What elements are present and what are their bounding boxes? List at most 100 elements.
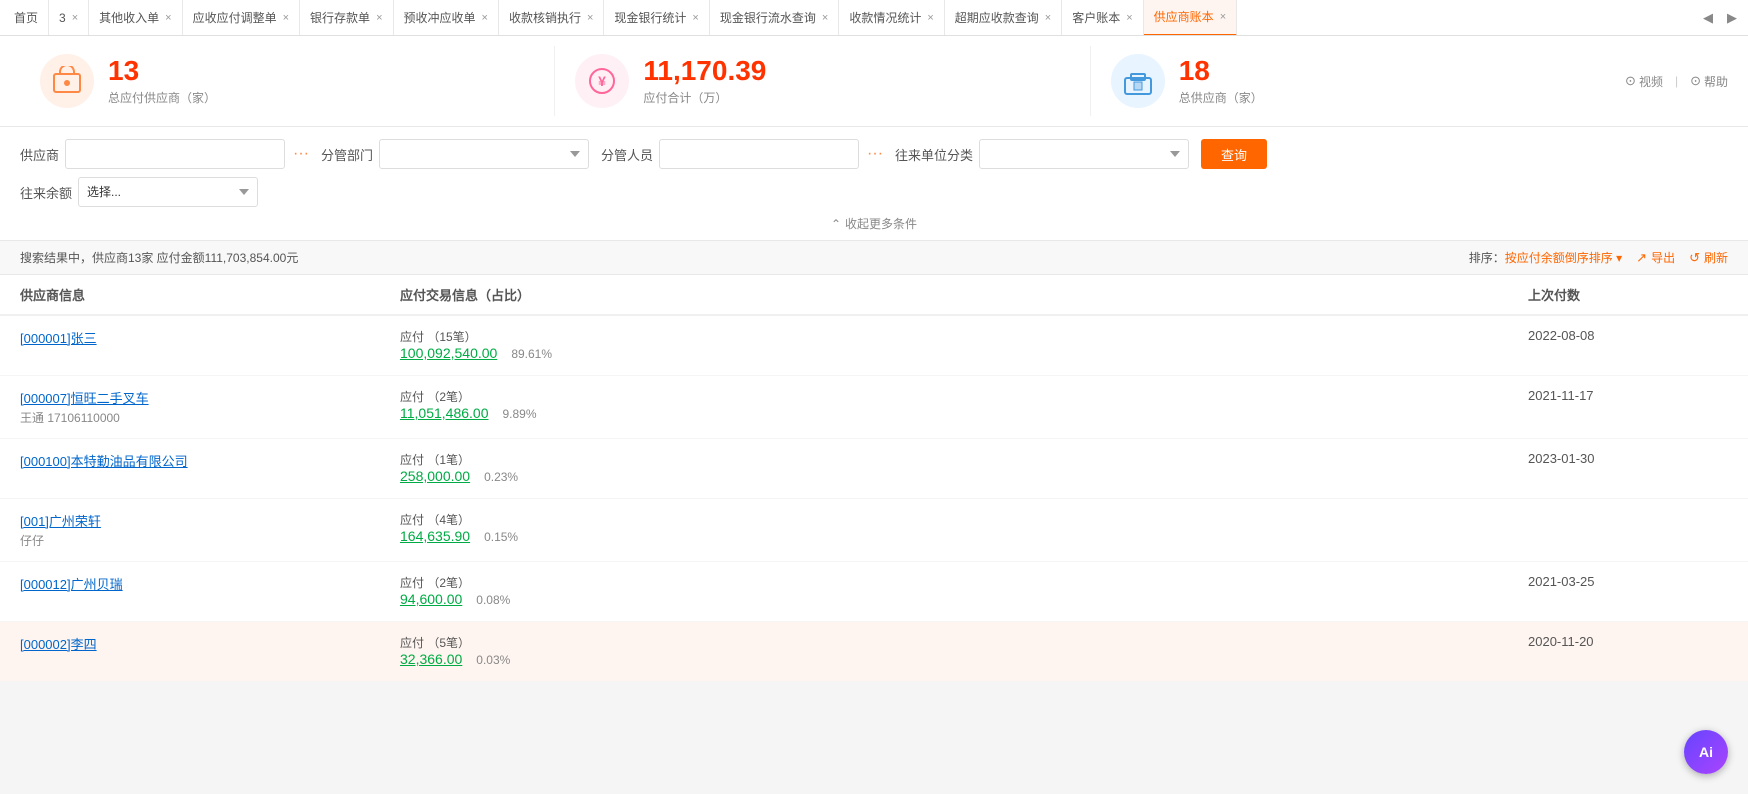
nav-tab-bank-deposit[interactable]: 银行存款单×	[300, 0, 393, 36]
nav-tab-customer-account[interactable]: 客户账本×	[1062, 0, 1143, 36]
stats-bar: 13总应付供应商（家）¥11,170.39应付合计（万）18总供应商（家） ⊙ …	[0, 36, 1748, 127]
sort-label[interactable]: 排序：按应付余额倒序排序 ▾	[1469, 249, 1622, 266]
close-tab-cash-bank-stat[interactable]: ×	[692, 12, 698, 24]
nav-tab-cash-bank-flow[interactable]: 现金银行流水查询×	[710, 0, 839, 36]
nav-tab-ar-adjust[interactable]: 应收应付调整单×	[183, 0, 300, 36]
top-nav: 首页3×其他收入单×应收应付调整单×银行存款单×预收冲应收单×收款核销执行×现金…	[0, 0, 1748, 36]
tx-percent: 9.89%	[503, 407, 537, 421]
stat-value-total-ap-suppliers: 13	[108, 56, 216, 87]
close-tab-other-income[interactable]: ×	[165, 12, 171, 24]
close-tab-collect-verify[interactable]: ×	[587, 12, 593, 24]
close-tab-customer-account[interactable]: ×	[1126, 12, 1132, 24]
table-header: 供应商信息 应付交易信息（占比） 上次付数	[0, 275, 1748, 316]
transaction-col-row-000001: 应付 （15笔）100,092,540.00 89.61%	[400, 328, 1528, 361]
supplier-name-link[interactable]: [000100]本特勤油品有限公司	[20, 454, 188, 469]
export-button[interactable]: ↗ 导出	[1636, 249, 1675, 266]
unit-category-label: 往来单位分类	[895, 145, 973, 164]
close-tab-collect-stat[interactable]: ×	[927, 12, 933, 24]
person-more-icon[interactable]: ···	[867, 145, 883, 163]
balance-select[interactable]: 选择...	[78, 177, 258, 207]
tx-percent: 0.08%	[476, 593, 510, 607]
data-table: 供应商信息 应付交易信息（占比） 上次付数 [000001]张三 应付 （15笔）…	[0, 275, 1748, 682]
nav-tab-supplier-account[interactable]: 供应商账本×	[1144, 0, 1237, 36]
supplier-col-row-000007: [000007]恒旺二手叉车王通 17106110000	[20, 388, 400, 426]
ai-button[interactable]: Ai	[1684, 730, 1728, 774]
supplier-input[interactable]	[65, 139, 285, 169]
balance-filter: 往来余额 选择...	[20, 177, 258, 207]
filter-bar: 供应商 ··· 分管部门 分管人员 ··· 往来单位分类	[0, 127, 1748, 241]
supplier-col-row-000001: [000001]张三	[20, 328, 400, 347]
nav-tab-collect-verify[interactable]: 收款核销执行×	[499, 0, 604, 36]
close-tab-advance-collect[interactable]: ×	[482, 12, 488, 24]
nav-tab-cash-bank-stat[interactable]: 现金银行统计×	[604, 0, 709, 36]
table-row: [000002]李四应付 （5笔）32,366.000.03%2020-11-2…	[0, 622, 1748, 682]
tx-label: 应付 （15笔）	[400, 328, 1528, 345]
main-content: 13总应付供应商（家）¥11,170.39应付合计（万）18总供应商（家） ⊙ …	[0, 36, 1748, 794]
header-transaction: 应付交易信息（占比）	[400, 285, 1528, 304]
person-label: 分管人员	[601, 145, 653, 164]
close-tab-bank-deposit[interactable]: ×	[376, 12, 382, 24]
nav-tab-collect-stat[interactable]: 收款情况统计×	[839, 0, 944, 36]
video-label[interactable]: 视频	[1639, 73, 1663, 90]
unit-category-select[interactable]	[979, 139, 1189, 169]
nav-tab-other-income[interactable]: 其他收入单×	[89, 0, 182, 36]
query-button[interactable]: 查询	[1201, 139, 1267, 169]
tx-amount[interactable]: 164,635.90	[400, 528, 470, 544]
table-row: [000007]恒旺二手叉车王通 17106110000应付 （2笔）11,05…	[0, 376, 1748, 439]
nav-prev-arrow[interactable]: ◀	[1696, 0, 1720, 36]
tx-amount[interactable]: 94,600.00	[400, 591, 462, 607]
close-tab-ar-adjust[interactable]: ×	[283, 12, 289, 24]
video-link[interactable]: ⊙ 视频	[1625, 73, 1663, 90]
last-pay-col-row-000100: 2023-01-30	[1528, 451, 1728, 466]
stat-item-total-suppliers: 18总供应商（家）	[1091, 46, 1625, 116]
stat-value-total-suppliers: 18	[1179, 56, 1263, 87]
person-input[interactable]	[659, 139, 859, 169]
refresh-button[interactable]: ↺ 刷新	[1689, 249, 1728, 266]
tx-percent: 0.15%	[484, 530, 518, 544]
last-pay-col-row-000002: 2020-11-20	[1528, 634, 1728, 649]
collapse-button[interactable]: ⌃ 收起更多条件	[20, 211, 1728, 232]
supplier-more-icon[interactable]: ···	[293, 145, 309, 163]
stat-value-total-ap-amount: 11,170.39	[643, 56, 766, 87]
unit-category-filter: 往来单位分类	[895, 139, 1189, 169]
table-row: [000012]广州贝瑞应付 （2笔）94,600.000.08%2021-03…	[0, 562, 1748, 622]
nav-tab-tab3[interactable]: 3×	[49, 0, 89, 36]
tx-amount[interactable]: 100,092,540.00	[400, 345, 497, 361]
help-label[interactable]: 帮助	[1704, 73, 1728, 90]
nav-next-arrow[interactable]: ▶	[1720, 0, 1744, 36]
nav-tab-advance-collect[interactable]: 预收冲应收单×	[394, 0, 499, 36]
tx-percent: 0.03%	[476, 653, 510, 667]
tx-amount[interactable]: 32,366.00	[400, 651, 462, 667]
refresh-icon: ↺	[1689, 250, 1700, 266]
transaction-col-row-000007: 应付 （2笔）11,051,486.009.89%	[400, 388, 1528, 421]
supplier-name-link[interactable]: [001]广州荣轩	[20, 514, 101, 529]
refresh-label[interactable]: 刷新	[1704, 249, 1728, 266]
transaction-col-row-000100: 应付 （1笔）258,000.000.23%	[400, 451, 1528, 484]
nav-tab-home[interactable]: 首页	[4, 0, 49, 36]
close-tab-overdue-collect[interactable]: ×	[1045, 12, 1051, 24]
dept-select[interactable]	[379, 139, 589, 169]
stat-icon-total-suppliers	[1111, 54, 1165, 108]
supplier-name-link[interactable]: [000002]李四	[20, 637, 97, 652]
stat-item-total-ap-suppliers: 13总应付供应商（家）	[20, 46, 555, 116]
nav-tab-overdue-collect[interactable]: 超期应收款查询×	[945, 0, 1062, 36]
tx-amount[interactable]: 258,000.00	[400, 468, 470, 484]
close-tab-tab3[interactable]: ×	[72, 12, 78, 24]
svg-text:¥: ¥	[598, 73, 606, 89]
tx-percent: 89.61%	[511, 347, 552, 361]
close-tab-cash-bank-flow[interactable]: ×	[822, 12, 828, 24]
stat-icon-total-ap-suppliers	[40, 54, 94, 108]
supplier-name-link[interactable]: [000007]恒旺二手叉车	[20, 391, 149, 406]
result-bar: 搜索结果中，供应商13家 应付金额111,703,854.00元 排序：按应付余…	[0, 241, 1748, 275]
supplier-name-link[interactable]: [000012]广州贝瑞	[20, 577, 123, 592]
supplier-name-link[interactable]: [000001]张三	[20, 331, 97, 346]
export-label[interactable]: 导出	[1651, 249, 1675, 266]
sort-value[interactable]: 按应付余额倒序排序 ▾	[1505, 251, 1622, 265]
tx-amount[interactable]: 11,051,486.00	[400, 405, 489, 421]
balance-label: 往来余额	[20, 183, 72, 202]
help-link[interactable]: ⊙ 帮助	[1690, 73, 1728, 90]
close-tab-supplier-account[interactable]: ×	[1220, 11, 1226, 23]
transaction-col-row-001: 应付 （4笔）164,635.90 0.15%	[400, 511, 1528, 544]
tx-label: 应付 （4笔）	[400, 511, 1528, 528]
ai-label[interactable]: Ai	[1699, 744, 1713, 760]
